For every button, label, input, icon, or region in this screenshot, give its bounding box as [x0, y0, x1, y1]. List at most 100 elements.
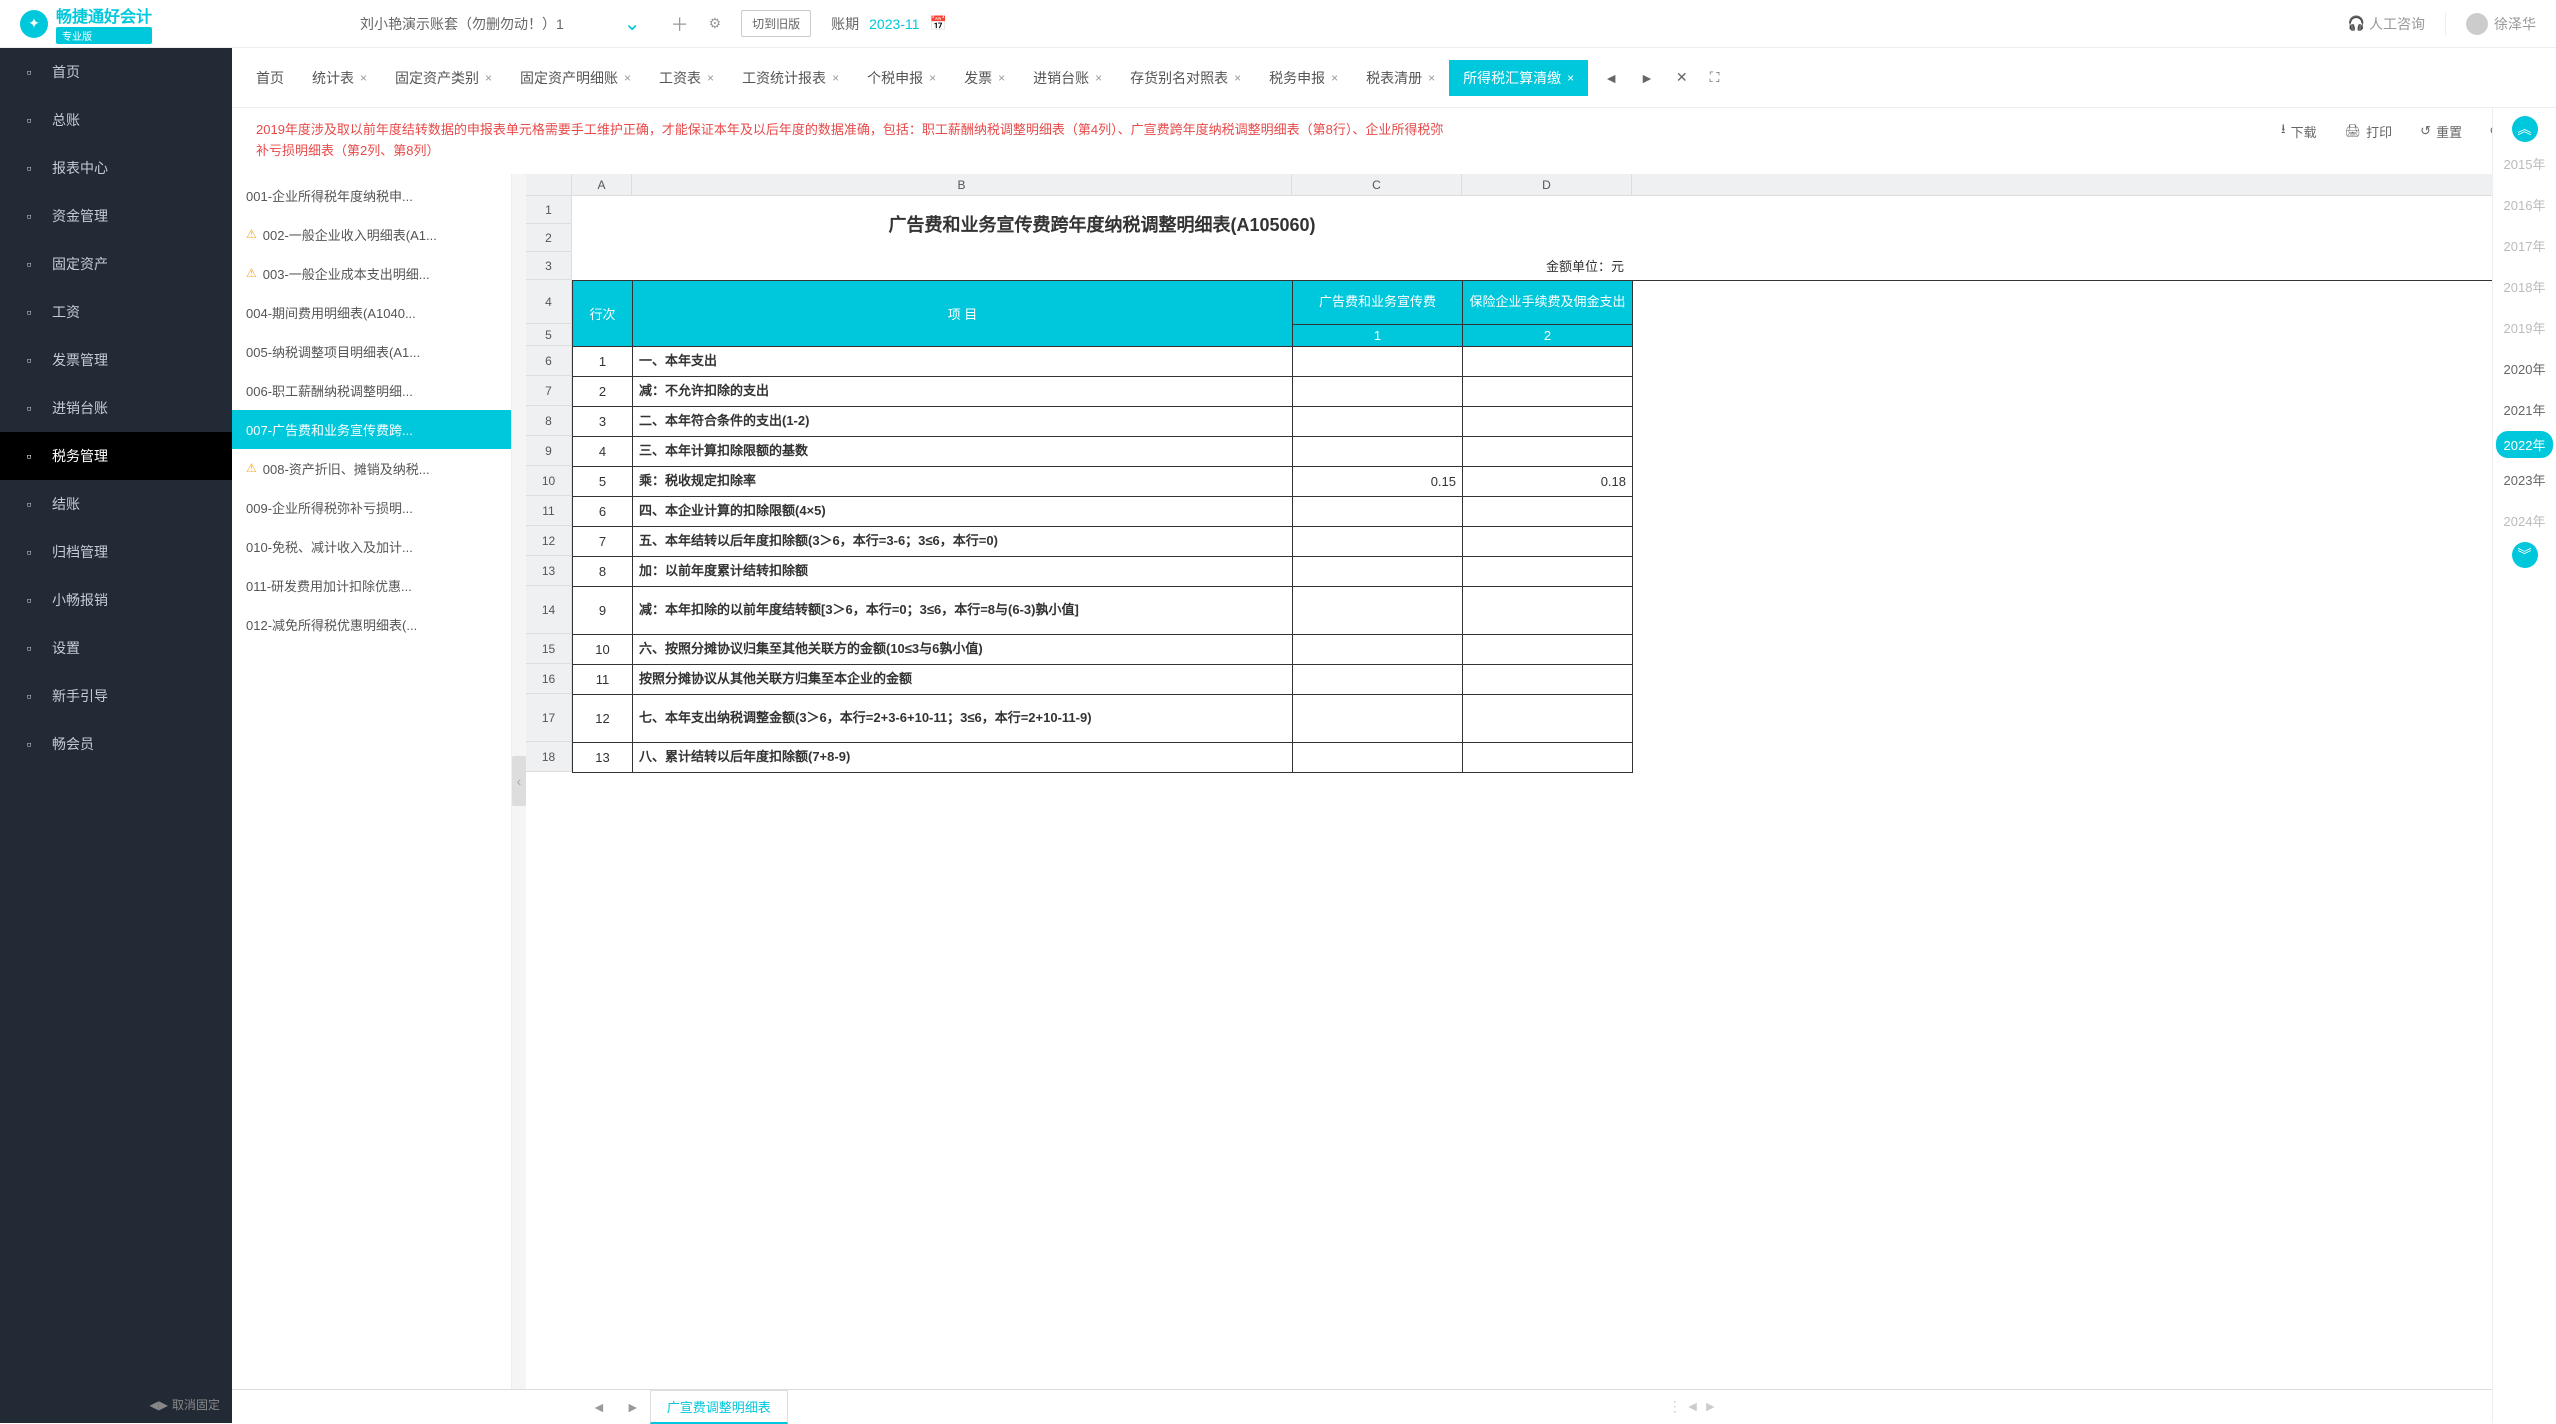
cell-value[interactable] [1463, 407, 1633, 437]
sidebar-item-close[interactable]: ▫结账 [0, 480, 232, 528]
add-icon[interactable]: ＋ [671, 11, 689, 37]
list-item[interactable]: 011-研发费用加计扣除优惠... [232, 566, 511, 605]
row-header[interactable]: 1 [526, 196, 572, 224]
year-item[interactable]: 2016年 [2498, 185, 2552, 224]
row-header[interactable]: 9 [526, 436, 572, 466]
cell-value[interactable] [1463, 695, 1633, 743]
switch-old-button[interactable]: 切到旧版 [741, 10, 811, 37]
user-menu[interactable]: 徐泽华 [2445, 13, 2536, 35]
close-icon[interactable]: × [929, 71, 936, 85]
tab[interactable]: 首页 [242, 60, 298, 96]
col-header[interactable]: A [572, 174, 632, 195]
fullscreen-icon[interactable]: ⛶ [1704, 63, 1726, 92]
close-icon[interactable]: × [832, 71, 839, 85]
list-item[interactable]: ⚠003-一般企业成本支出明细... [232, 254, 511, 293]
year-item[interactable]: 2020年 [2498, 349, 2552, 388]
cell-value[interactable] [1293, 695, 1463, 743]
close-icon[interactable]: × [998, 71, 1005, 85]
year-item[interactable]: 2017年 [2498, 226, 2552, 265]
list-item[interactable]: 012-减免所得税优惠明细表(... [232, 605, 511, 644]
tab[interactable]: 发票× [950, 60, 1019, 96]
sidebar-item-fund[interactable]: ▫资金管理 [0, 192, 232, 240]
sidebar-item-home[interactable]: ▫首页 [0, 48, 232, 96]
cell-value[interactable] [1463, 347, 1633, 377]
sidebar-item-guide[interactable]: ▫新手引导 [0, 672, 232, 720]
cell-value[interactable] [1463, 377, 1633, 407]
sidebar-item-salary[interactable]: ▫工资 [0, 288, 232, 336]
close-all-icon[interactable]: ✕ [1670, 63, 1694, 92]
cell-value[interactable] [1293, 665, 1463, 695]
row-header[interactable]: 7 [526, 376, 572, 406]
tab[interactable]: 进销台账× [1019, 60, 1116, 96]
row-header[interactable]: 18 [526, 742, 572, 772]
list-item[interactable]: 010-免税、减计收入及加计... [232, 527, 511, 566]
cell-value[interactable] [1293, 527, 1463, 557]
tab[interactable]: 税务申报× [1255, 60, 1352, 96]
row-header[interactable]: 14 [526, 586, 572, 634]
period-value[interactable]: 2023-11 [869, 16, 919, 32]
cell-value[interactable] [1293, 497, 1463, 527]
cell-value[interactable] [1463, 665, 1633, 695]
sidebar-item-setting[interactable]: ▫设置 [0, 624, 232, 672]
sidebar-item-report[interactable]: ▫报表中心 [0, 144, 232, 192]
sidebar-pin-toggle[interactable]: ◀▶取消固定 [150, 1396, 220, 1413]
sidebar-item-vip[interactable]: ▫畅会员 [0, 720, 232, 768]
cell-value[interactable] [1293, 635, 1463, 665]
row-header[interactable]: 3 [526, 252, 572, 280]
sidebar-item-invoice[interactable]: ▫发票管理 [0, 336, 232, 384]
list-item[interactable]: 007-广告费和业务宣传费跨... [232, 410, 511, 449]
col-header[interactable]: B [632, 174, 1292, 195]
close-icon[interactable]: × [485, 71, 492, 85]
calendar-icon[interactable]: 📅 [929, 15, 946, 32]
close-icon[interactable]: × [1428, 71, 1435, 85]
year-item[interactable]: 2019年 [2498, 308, 2552, 347]
cell-value[interactable] [1293, 587, 1463, 635]
year-item[interactable]: 2023年 [2498, 460, 2552, 499]
sidebar-item-reimb[interactable]: ▫小畅报销 [0, 576, 232, 624]
row-header[interactable]: 5 [526, 324, 572, 346]
sidebar-item-tax[interactable]: ▫税务管理 [0, 432, 232, 480]
cell-value[interactable] [1463, 437, 1633, 467]
close-icon[interactable]: × [1234, 71, 1241, 85]
cell-value[interactable] [1293, 407, 1463, 437]
col-header[interactable]: D [1462, 174, 1632, 195]
tab-handle-icon[interactable]: ⋮ ◄ ► [1668, 1398, 1718, 1415]
year-item[interactable]: 2021年 [2498, 390, 2552, 429]
reset-button[interactable]: ↺重置 [2420, 122, 2462, 141]
row-header[interactable]: 4 [526, 280, 572, 324]
year-item[interactable]: 2018年 [2498, 267, 2552, 306]
row-header[interactable]: 15 [526, 634, 572, 664]
cell-value[interactable]: 0.15 [1293, 467, 1463, 497]
tab[interactable]: 固定资产明细账× [506, 60, 645, 96]
row-header[interactable]: 10 [526, 466, 572, 496]
cell-value[interactable] [1293, 437, 1463, 467]
row-header[interactable]: 8 [526, 406, 572, 436]
sidebar-item-asset[interactable]: ▫固定资产 [0, 240, 232, 288]
year-down-icon[interactable]: ︾ [2512, 542, 2538, 568]
tab-scroll-right-icon[interactable]: ► [1634, 64, 1660, 92]
splitter[interactable]: ‹ [512, 174, 526, 1389]
collapse-left-icon[interactable]: ‹ [512, 756, 526, 806]
sidebar-item-ledger[interactable]: ▫总账 [0, 96, 232, 144]
tab[interactable]: 固定资产类别× [381, 60, 506, 96]
sidebar-item-stock[interactable]: ▫进销台账 [0, 384, 232, 432]
support-link[interactable]: 🎧 人工咨询 [2348, 14, 2425, 34]
tab[interactable]: 个税申报× [853, 60, 950, 96]
list-item[interactable]: 009-企业所得税弥补亏损明... [232, 488, 511, 527]
year-up-icon[interactable]: ︽ [2512, 116, 2538, 142]
year-item[interactable]: 2022年 [2496, 431, 2554, 458]
close-icon[interactable]: × [707, 71, 714, 85]
tab-prev-icon[interactable]: ◄ [582, 1399, 616, 1415]
row-header[interactable]: 13 [526, 556, 572, 586]
row-header[interactable]: 6 [526, 346, 572, 376]
col-header[interactable]: C [1292, 174, 1462, 195]
cell-value[interactable] [1463, 743, 1633, 773]
list-item[interactable]: ⚠002-一般企业收入明细表(A1... [232, 215, 511, 254]
tab[interactable]: 工资表× [645, 60, 728, 96]
row-header[interactable]: 17 [526, 694, 572, 742]
account-selector[interactable]: 刘小艳演示账套（勿删勿动！）1 ⌄ [360, 11, 641, 36]
cell-value[interactable]: 0.18 [1463, 467, 1633, 497]
cell-value[interactable] [1463, 497, 1633, 527]
row-header[interactable]: 11 [526, 496, 572, 526]
tab[interactable]: 所得税汇算清缴× [1449, 60, 1588, 96]
